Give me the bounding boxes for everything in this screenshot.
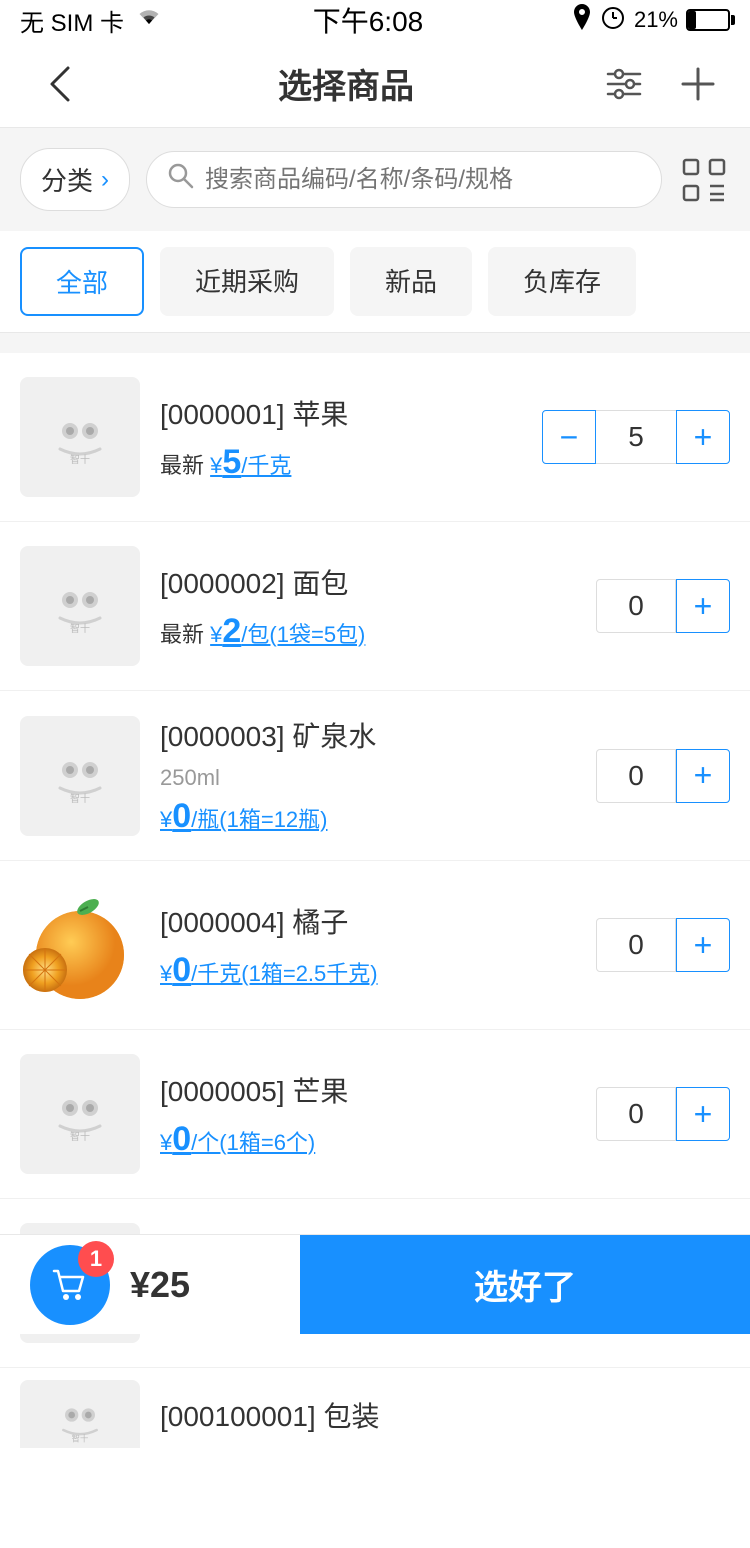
quantity-input[interactable] xyxy=(596,579,676,633)
tab-new[interactable]: 新品 xyxy=(350,247,472,316)
tab-recent[interactable]: 近期采购 xyxy=(160,247,334,316)
product-info: [0000003] 矿泉水 250ml ¥0/瓶(1箱=12瓶) xyxy=(160,715,580,836)
svg-text:智十: 智十 xyxy=(70,622,90,635)
product-item: 智十 [0000003] 矿泉水 250ml ¥0/瓶(1箱=12瓶) + xyxy=(0,691,750,861)
quantity-input[interactable] xyxy=(596,410,676,464)
separator xyxy=(0,333,750,353)
product-name: [0000001] 苹果 xyxy=(160,393,526,433)
quantity-increase-button[interactable]: + xyxy=(676,579,730,633)
status-time: 下午6:08 xyxy=(313,0,424,40)
tab-row: 全部 近期采购 新品 负库存 xyxy=(0,231,750,333)
cart-total: ¥25 xyxy=(130,1264,190,1306)
back-button[interactable] xyxy=(30,54,90,114)
alarm-icon xyxy=(600,4,626,36)
product-thumbnail: 智十 xyxy=(20,377,140,497)
wifi-icon xyxy=(134,6,164,35)
svg-text:智十: 智十 xyxy=(70,1130,90,1143)
category-button[interactable]: 分类 › xyxy=(20,148,130,211)
product-name: [0000003] 矿泉水 xyxy=(160,715,580,755)
quantity-increase-button[interactable]: + xyxy=(676,1087,730,1141)
search-input[interactable] xyxy=(205,166,641,194)
placeholder-image: 智十 xyxy=(50,576,110,636)
product-name: [000100001] 包装 xyxy=(160,1395,730,1435)
quantity-control: + xyxy=(596,579,730,633)
cart-area: 1 ¥25 xyxy=(0,1245,300,1325)
nav-bar: 选择商品 xyxy=(0,40,750,128)
product-item-partial: 智十 [000100001] 包装 xyxy=(0,1368,750,1448)
svg-text:智十: 智十 xyxy=(70,453,90,466)
battery-icon xyxy=(686,9,730,31)
placeholder-image: 智十 xyxy=(55,1395,105,1445)
product-price: ¥0/千克(1箱=2.5千克) xyxy=(160,951,580,990)
product-info: [0000002] 面包 最新 ¥2/包(1袋=5包) xyxy=(160,562,580,651)
battery-text: 21% xyxy=(634,7,678,33)
product-item: 智十 [0000005] 芒果 ¥0/个(1箱=6个) + xyxy=(0,1030,750,1199)
product-item: [0000004] 橘子 ¥0/千克(1箱=2.5千克) + xyxy=(0,861,750,1030)
cart-button[interactable]: 1 xyxy=(30,1245,110,1325)
status-right: 21% xyxy=(572,4,730,36)
quantity-control: − + xyxy=(542,410,730,464)
product-thumbnail xyxy=(20,885,140,1005)
status-bar: 无 SIM 卡 下午6:08 21% xyxy=(0,0,750,40)
filter-row: 分类 › xyxy=(0,128,750,231)
product-info: [000100001] 包装 xyxy=(160,1395,730,1445)
product-name: [0000005] 芒果 xyxy=(160,1070,580,1110)
quantity-input[interactable] xyxy=(596,918,676,972)
page-title: 选择商品 xyxy=(278,59,414,108)
scan-button[interactable] xyxy=(678,154,730,206)
product-info: [0000004] 橘子 ¥0/千克(1箱=2.5千克) xyxy=(160,901,580,990)
filter-button[interactable] xyxy=(602,62,646,106)
product-name: [0000004] 橘子 xyxy=(160,901,580,941)
carrier-text: 无 SIM 卡 xyxy=(20,3,124,38)
quantity-control: + xyxy=(596,749,730,803)
location-icon xyxy=(572,4,592,36)
category-chevron-icon: › xyxy=(101,166,109,194)
search-bar[interactable] xyxy=(146,151,662,208)
tab-all[interactable]: 全部 xyxy=(20,247,144,316)
product-info: [0000001] 苹果 最新 ¥5/千克 xyxy=(160,393,526,482)
product-thumbnail: 智十 xyxy=(20,546,140,666)
quantity-control: + xyxy=(596,1087,730,1141)
product-thumbnail: 智十 xyxy=(20,716,140,836)
nav-actions xyxy=(602,62,720,106)
product-price: 最新 ¥2/包(1袋=5包) xyxy=(160,612,580,651)
product-price: 最新 ¥5/千克 xyxy=(160,443,526,482)
quantity-increase-button[interactable]: + xyxy=(676,410,730,464)
bottom-bar: 1 ¥25 选好了 xyxy=(0,1234,750,1334)
product-thumbnail: 智十 xyxy=(20,1380,140,1448)
cart-badge: 1 xyxy=(78,1241,114,1277)
tab-negative[interactable]: 负库存 xyxy=(488,247,636,316)
status-left: 无 SIM 卡 xyxy=(20,3,164,38)
svg-text:智十: 智十 xyxy=(72,1434,89,1444)
product-price: ¥0/瓶(1箱=12瓶) xyxy=(160,797,580,836)
product-name: [0000002] 面包 xyxy=(160,562,580,602)
product-price: ¥0/个(1箱=6个) xyxy=(160,1120,580,1159)
product-info: [0000005] 芒果 ¥0/个(1箱=6个) xyxy=(160,1070,580,1159)
placeholder-image: 智十 xyxy=(50,746,110,806)
product-item: 智十 [0000002] 面包 最新 ¥2/包(1袋=5包) + xyxy=(0,522,750,691)
category-label: 分类 xyxy=(41,161,93,198)
quantity-increase-button[interactable]: + xyxy=(676,749,730,803)
placeholder-image: 智十 xyxy=(50,407,110,467)
quantity-input[interactable] xyxy=(596,1087,676,1141)
placeholder-image: 智十 xyxy=(50,1084,110,1144)
product-item: 智十 [0000001] 苹果 最新 ¥5/千克 − + xyxy=(0,353,750,522)
quantity-decrease-button[interactable]: − xyxy=(542,410,596,464)
product-thumbnail: 智十 xyxy=(20,1054,140,1174)
search-icon xyxy=(167,162,195,197)
quantity-control: + xyxy=(596,918,730,972)
add-button[interactable] xyxy=(676,62,720,106)
product-spec: 250ml xyxy=(160,765,580,791)
svg-text:智十: 智十 xyxy=(70,792,90,805)
confirm-button[interactable]: 选好了 xyxy=(300,1235,750,1334)
quantity-input[interactable] xyxy=(596,749,676,803)
quantity-increase-button[interactable]: + xyxy=(676,918,730,972)
